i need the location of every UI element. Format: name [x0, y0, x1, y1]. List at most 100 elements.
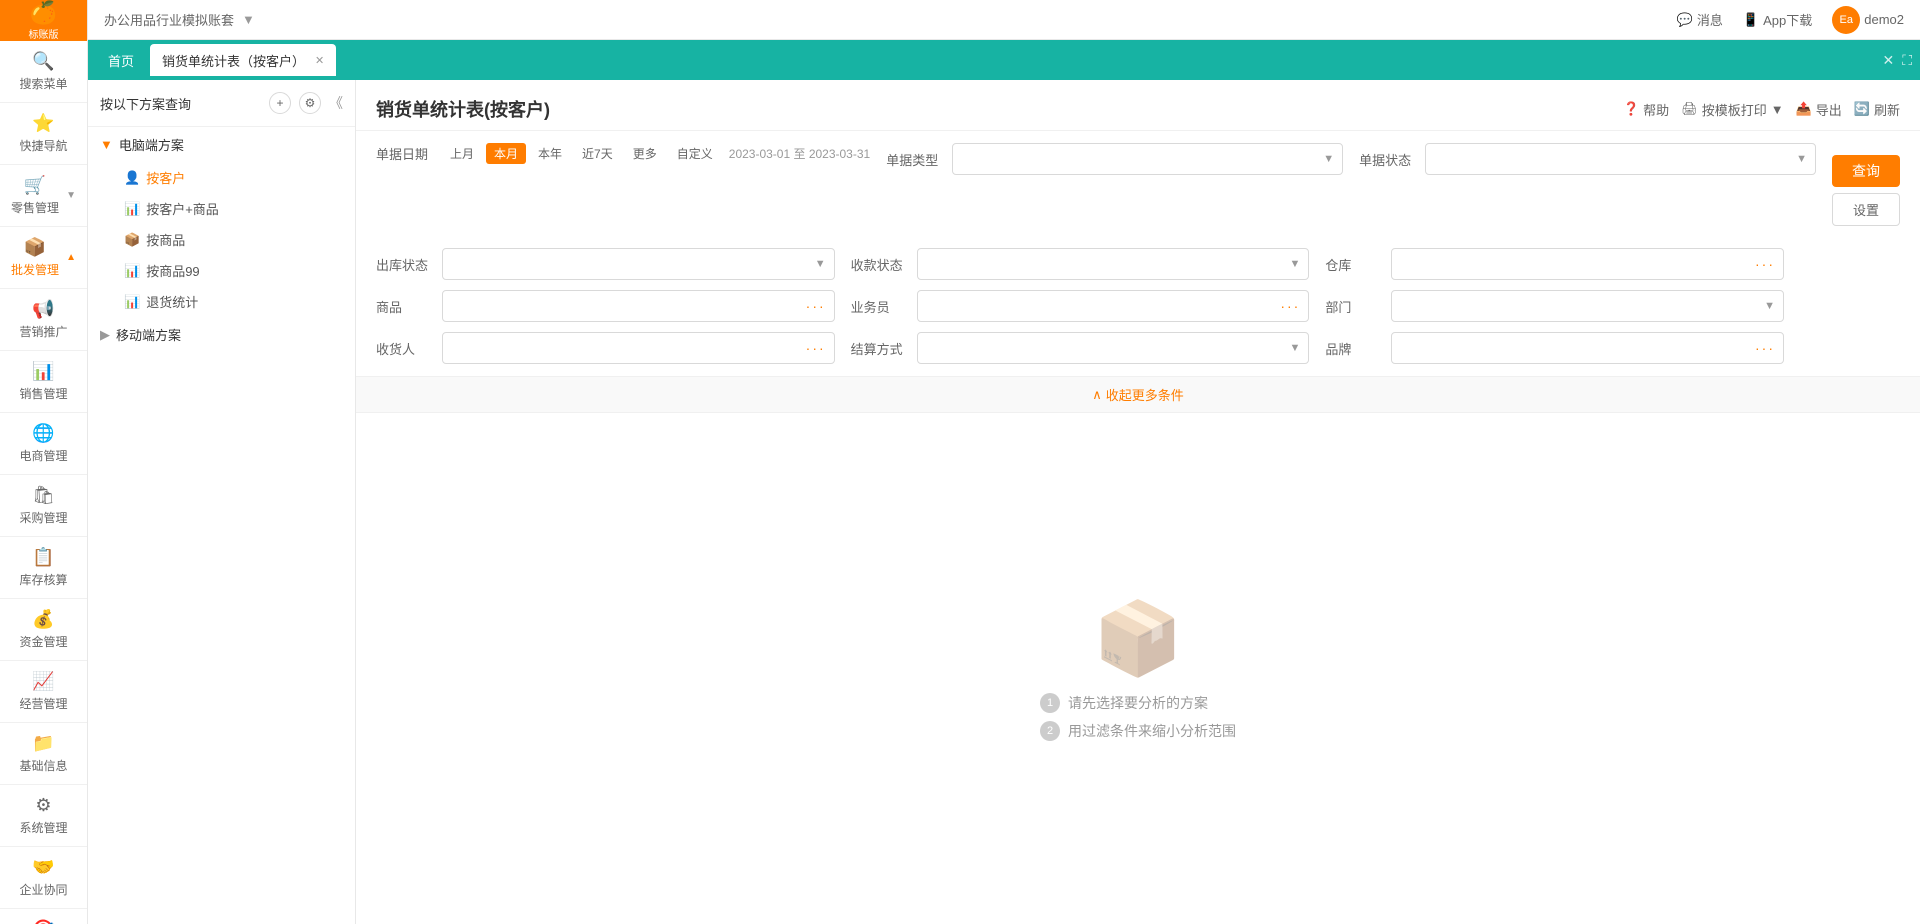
- add-scheme-btn[interactable]: +: [269, 92, 291, 114]
- warehouse-select[interactable]: ···: [1391, 248, 1784, 280]
- empty-hints: 1 请先选择要分析的方案 2 用过滤条件来缩小分析范围: [1040, 693, 1236, 741]
- app-download-label: App下载: [1763, 10, 1812, 29]
- refresh-btn[interactable]: 🔄 刷新: [1854, 100, 1900, 119]
- dept-select[interactable]: ▼: [1391, 290, 1784, 322]
- collapse-panel-btn[interactable]: 《: [329, 93, 343, 113]
- this-year-btn[interactable]: 本年: [530, 143, 570, 164]
- date-range-text: 2023-03-01 至 2023-03-31: [729, 145, 870, 162]
- chevron-down-icon: ▼: [100, 137, 113, 152]
- sidebar-item-search-menu[interactable]: 🔍 搜索菜单: [0, 41, 88, 103]
- right-content: 销货单统计表(按客户) ❓ 帮助 🖨 按模板打印 ▼ 📤 导出: [356, 80, 1920, 924]
- this-month-btn[interactable]: 本月: [486, 143, 526, 164]
- tree-item-by-product[interactable]: 📦 按商品: [88, 224, 355, 255]
- ops-icon: 📈: [32, 671, 54, 692]
- tree-group-desktop[interactable]: ▼ 电脑端方案: [88, 127, 355, 162]
- sidebar-logo[interactable]: 🍊 标账版: [0, 0, 88, 41]
- tree-item-by-customer[interactable]: 👤 按客户: [88, 162, 355, 193]
- status-label: 单据状态: [1359, 150, 1419, 169]
- collapse-more-conditions[interactable]: ∧ 收起更多条件: [356, 377, 1920, 413]
- message-label: 消息: [1697, 10, 1723, 29]
- tree-group-mobile[interactable]: ▶ 移动端方案: [88, 317, 355, 352]
- status-select[interactable]: ▼: [1425, 143, 1816, 175]
- collapse-up-icon: ∧: [1092, 387, 1102, 403]
- export-btn[interactable]: 📤 导出: [1796, 100, 1842, 119]
- staff-select[interactable]: ···: [917, 290, 1310, 322]
- sidebar-item-label: 批发管理: [11, 261, 59, 278]
- chevron-up-icon: ▲: [66, 252, 76, 263]
- sys-icon: ⚙: [35, 795, 51, 816]
- sidebar-item-marketing[interactable]: 📢 营销推广: [0, 289, 88, 351]
- left-panel-actions: + ⚙ 《: [269, 92, 343, 114]
- close-window-icon[interactable]: ✕: [1882, 52, 1894, 69]
- warehouse-dots-icon: ···: [1755, 256, 1775, 272]
- retail-icon: 🛒: [24, 175, 46, 196]
- sidebar-item-ops-mgmt[interactable]: 📈 经营管理: [0, 661, 88, 723]
- more-date-btn[interactable]: 更多: [625, 143, 665, 164]
- company-name: 办公用品行业模拟账套: [104, 10, 234, 29]
- receiver-select[interactable]: ···: [442, 332, 835, 364]
- empty-hint-1: 1 请先选择要分析的方案: [1040, 693, 1236, 713]
- app-download-btn[interactable]: 📱 App下载: [1743, 10, 1812, 29]
- last-month-btn[interactable]: 上月: [442, 143, 482, 164]
- dept-chevron-icon: ▼: [1764, 300, 1775, 312]
- print-btn[interactable]: 🖨 按模板打印 ▼: [1681, 100, 1783, 119]
- sidebar-item-retail-mgmt[interactable]: 🛒 零售管理 ▼: [0, 165, 88, 227]
- sidebar-item-sales-mgmt[interactable]: 📊 销售管理: [0, 351, 88, 413]
- warehouse-label: 仓库: [1325, 255, 1385, 274]
- user-menu[interactable]: Ea demo2: [1832, 6, 1904, 34]
- query-button[interactable]: 查询: [1832, 155, 1900, 187]
- filter-area: 单据日期 上月 本月 本年 近7天 更多 自定义 2023-03-01 至 20…: [356, 131, 1920, 377]
- purchase-icon: 🛍: [32, 485, 55, 506]
- custom-date-btn[interactable]: 自定义: [669, 143, 721, 164]
- tab-close-icon[interactable]: ✕: [315, 54, 324, 67]
- sidebar-item-finance-mgmt[interactable]: 💰 资金管理: [0, 599, 88, 661]
- sidebar-item-sys-mgmt[interactable]: ⚙ 系统管理: [0, 785, 88, 847]
- sidebar-item-label: 库存核算: [19, 571, 67, 588]
- tree-item-label: 按商品: [146, 230, 185, 249]
- export-icon: 📤: [1796, 101, 1812, 117]
- settings-button[interactable]: 设置: [1832, 193, 1900, 226]
- type-select[interactable]: ▼: [952, 143, 1343, 175]
- sidebar-item-label: 企业协同: [19, 881, 67, 898]
- left-panel-title: 按以下方案查询: [100, 94, 191, 113]
- sidebar-item-label: 基础信息: [19, 757, 67, 774]
- sidebar-item-new-guide[interactable]: 🎯 新手引导: [0, 909, 88, 924]
- sidebar-item-corp-collab[interactable]: 🤝 企业协同: [0, 847, 88, 909]
- maximize-icon[interactable]: ⛶: [1902, 52, 1912, 69]
- brand-label: 品牌: [1325, 339, 1385, 358]
- message-btn[interactable]: 💬 消息: [1677, 10, 1723, 29]
- search-menu-icon: 🔍: [32, 51, 54, 72]
- sidebar-item-quick-nav[interactable]: ⭐ 快捷导航: [0, 103, 88, 165]
- receipt-select[interactable]: ▼: [917, 248, 1310, 280]
- sidebar-item-wholesale-mgmt[interactable]: 📦 批发管理 ▲: [0, 227, 88, 289]
- product-icon: 📦: [124, 232, 140, 248]
- sidebar-item-inventory[interactable]: 📋 库存核算: [0, 537, 88, 599]
- sidebar-item-ecom-mgmt[interactable]: 🌐 电商管理: [0, 413, 88, 475]
- settings-scheme-btn[interactable]: ⚙: [299, 92, 321, 114]
- tree-item-return-stats[interactable]: 📊 退货统计: [88, 286, 355, 317]
- company-dropdown-icon[interactable]: ▼: [242, 12, 255, 27]
- product-select[interactable]: ···: [442, 290, 835, 322]
- main-area: 办公用品行业模拟账套 ▼ 💬 消息 📱 App下载 Ea demo2 首页 销货…: [88, 0, 1920, 924]
- tree-item-by-customer-product[interactable]: 📊 按客户+商品: [88, 193, 355, 224]
- page-header: 销货单统计表(按客户) ❓ 帮助 🖨 按模板打印 ▼ 📤 导出: [356, 80, 1920, 131]
- tab-home[interactable]: 首页: [96, 44, 146, 76]
- empty-hint-2: 2 用过滤条件来缩小分析范围: [1040, 721, 1236, 741]
- tab-sales-stats[interactable]: 销货单统计表（按客户） ✕: [150, 44, 336, 76]
- sidebar-item-purchase-mgmt[interactable]: 🛍 采购管理: [0, 475, 88, 537]
- brand-select[interactable]: ···: [1391, 332, 1784, 364]
- sidebar-item-label: 搜索菜单: [19, 75, 67, 92]
- tree-item-label: 按客户+商品: [146, 199, 219, 218]
- receiver-dots-icon: ···: [806, 340, 826, 356]
- app-download-icon: 📱: [1743, 12, 1759, 28]
- sidebar-item-base-info[interactable]: 📁 基础信息: [0, 723, 88, 785]
- chevron-right-icon: ▶: [100, 327, 110, 343]
- left-panel: 按以下方案查询 + ⚙ 《 ▼ 电脑端方案 👤 按客户 📊 按客户+商品: [88, 80, 356, 924]
- outbound-select[interactable]: ▼: [442, 248, 835, 280]
- payment-select[interactable]: ▼: [917, 332, 1310, 364]
- help-btn[interactable]: ❓ 帮助: [1623, 100, 1669, 119]
- action-buttons: 查询 设置: [1832, 143, 1900, 238]
- receipt-label: 收款状态: [851, 255, 911, 274]
- last-7days-btn[interactable]: 近7天: [574, 143, 621, 164]
- tree-item-by-product-99[interactable]: 📊 按商品99: [88, 255, 355, 286]
